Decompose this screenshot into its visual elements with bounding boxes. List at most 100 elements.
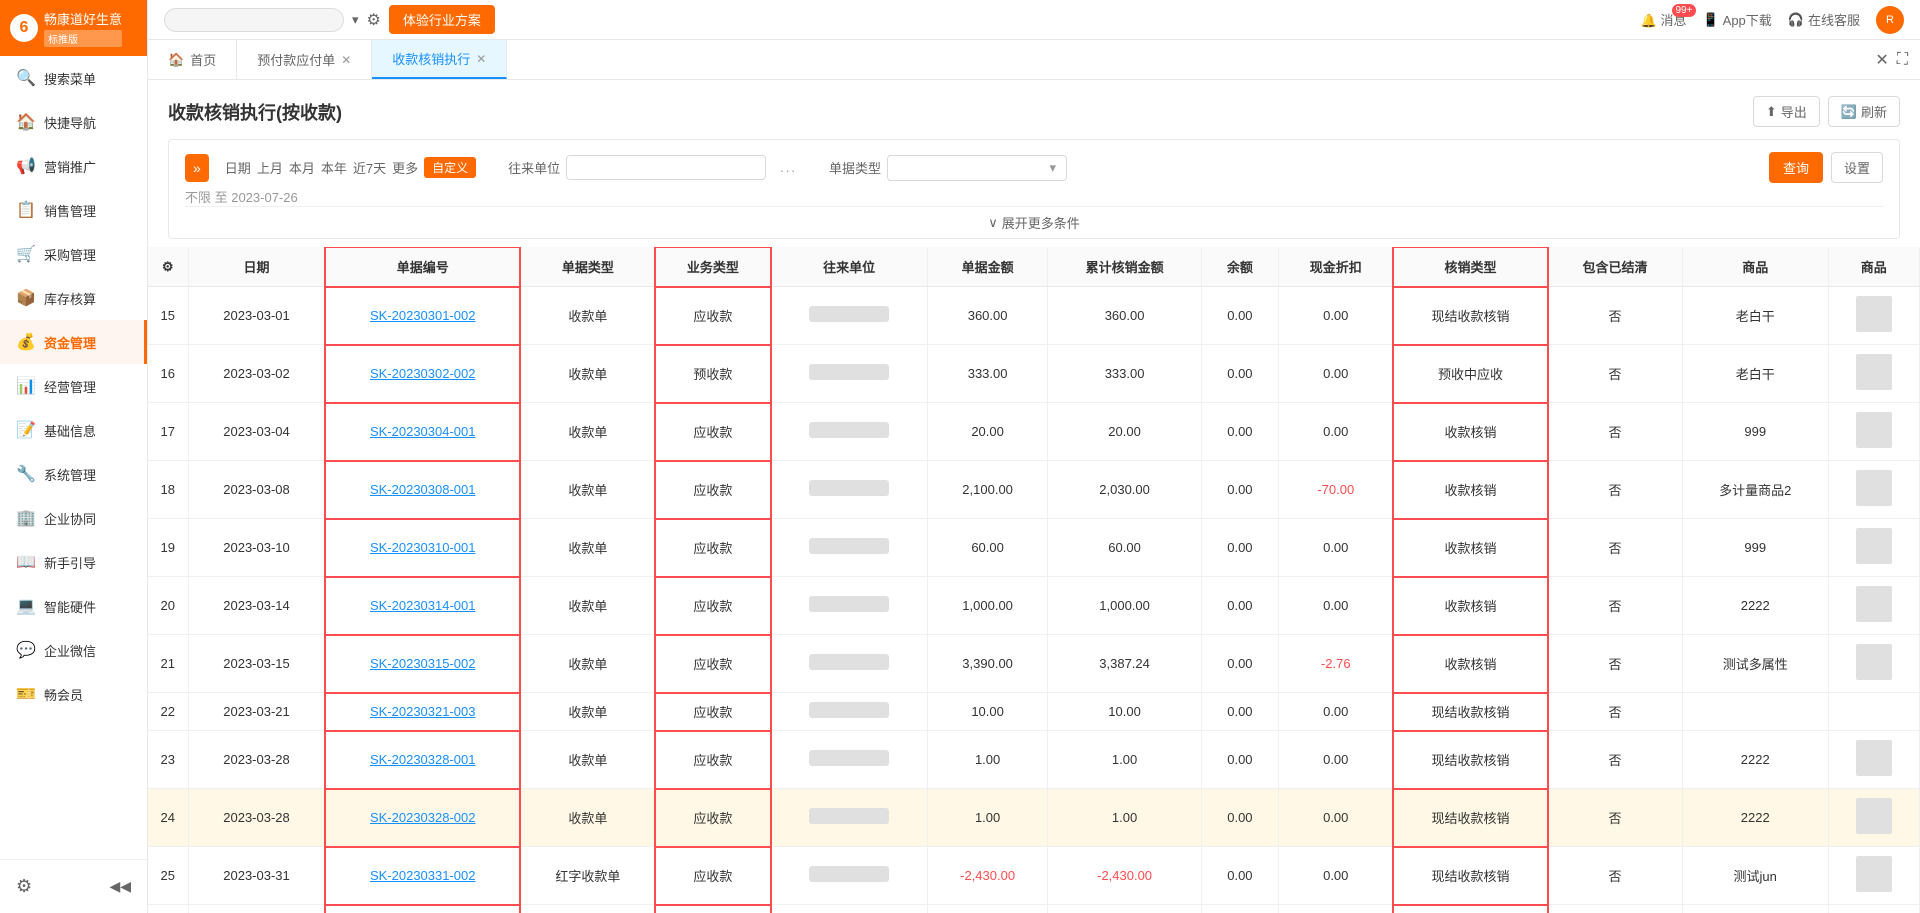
page-inner: 收款核销执行(按收款) ⬆ 导出 🔄 刷新: [148, 80, 1920, 913]
cell-partner: [771, 519, 928, 577]
filter-toggle-button[interactable]: »: [185, 154, 209, 182]
logo-text-container: 畅康道好生意 标推版: [44, 9, 122, 47]
cell-verified: 1,000.00: [1047, 577, 1201, 635]
sidebar-item-sales[interactable]: 📋 销售管理: [0, 188, 147, 232]
partner-input[interactable]: [566, 155, 766, 180]
app-download-button[interactable]: 📱 App下载: [1702, 10, 1771, 29]
building-icon: 🏢: [16, 508, 36, 528]
cell-goods1: 2222: [1682, 731, 1828, 789]
cell-doctype: 收款单: [520, 519, 655, 577]
cell-partner: [771, 847, 928, 905]
sidebar-item-inventory[interactable]: 📦 库存核算: [0, 276, 147, 320]
settings-bottom-icon[interactable]: ⚙: [16, 876, 32, 897]
doctype-select[interactable]: ▾: [887, 155, 1067, 181]
doc-link[interactable]: SK-20230331-002: [370, 868, 476, 883]
message-button[interactable]: 🔔 99+ 消息: [1641, 10, 1687, 29]
sidebar-item-search[interactable]: 🔍 搜索菜单: [0, 56, 147, 100]
table-row: 25 2023-03-31 SK-20230331-002 红字收款单 应收款 …: [148, 847, 1920, 905]
online-service-button[interactable]: 🎧 在线客服: [1788, 10, 1860, 29]
cell-verifytype: 预收款核销: [1393, 905, 1547, 913]
doc-link[interactable]: SK-20230315-002: [370, 656, 476, 671]
phone-icon: 📱: [1702, 12, 1718, 28]
sidebar-item-system[interactable]: 🔧 系统管理: [0, 452, 147, 496]
tab-verification[interactable]: 收款核销执行 ✕: [372, 40, 507, 79]
col-docno: 单据编号: [325, 247, 520, 287]
cell-biztype: 应收款: [655, 577, 770, 635]
table-row: 18 2023-03-08 SK-20230308-001 收款单 应收款 2,…: [148, 461, 1920, 519]
cell-docno: SK-20230301-002: [325, 287, 520, 345]
sidebar-item-business[interactable]: 📊 经营管理: [0, 364, 147, 408]
refresh-button[interactable]: 🔄 刷新: [1828, 96, 1900, 127]
sidebar-item-quick[interactable]: 🏠 快捷导航: [0, 100, 147, 144]
doc-link[interactable]: SK-20230314-001: [370, 598, 476, 613]
cell-included: 否: [1548, 287, 1683, 345]
doc-icon: 📝: [16, 420, 36, 440]
cell-verifytype: 收款核销: [1393, 577, 1547, 635]
doc-link[interactable]: SK-20230302-002: [370, 366, 476, 381]
tab-maximize-icon[interactable]: ⛶: [1897, 51, 1908, 69]
export-button[interactable]: ⬆ 导出: [1753, 96, 1820, 127]
doc-link[interactable]: SK-20230301-002: [370, 308, 476, 323]
dropdown-icon[interactable]: ▾: [352, 12, 359, 28]
date-7days[interactable]: 近7天: [353, 158, 386, 177]
sidebar-item-label: 畅会员: [44, 685, 83, 704]
cell-biztype: 应收款: [655, 847, 770, 905]
cell-docno: SK-20230331-002: [325, 847, 520, 905]
sidebar-item-marketing[interactable]: 📢 营销推广: [0, 144, 147, 188]
tab-verification-close-icon[interactable]: ✕: [476, 52, 486, 66]
collapse-icon[interactable]: ◀◀: [109, 878, 131, 895]
cell-doctype: 收款单: [520, 635, 655, 693]
search-input[interactable]: [164, 8, 344, 32]
tab-prepay-close-icon[interactable]: ✕: [341, 53, 351, 67]
search-icon: 🔍: [16, 68, 36, 88]
tab-close-all-icon[interactable]: ✕: [1875, 50, 1888, 70]
sidebar-item-basic[interactable]: 📝 基础信息: [0, 408, 147, 452]
query-button[interactable]: 查询: [1769, 152, 1823, 183]
topbar-gear-icon[interactable]: ⚙: [367, 10, 381, 30]
date-custom-button[interactable]: 自定义: [424, 157, 476, 178]
doc-link[interactable]: SK-20230321-003: [370, 704, 476, 719]
filter-settings-button[interactable]: 设置: [1831, 152, 1883, 183]
doc-link[interactable]: SK-20230304-001: [370, 424, 476, 439]
sidebar-item-guide[interactable]: 📖 新手引导: [0, 540, 147, 584]
expand-more-button[interactable]: ∨ 展开更多条件: [185, 206, 1883, 238]
date-more[interactable]: 更多: [392, 158, 418, 177]
col-settings[interactable]: ⚙: [148, 247, 188, 287]
clipboard-icon: 📋: [16, 200, 36, 220]
date-this-month[interactable]: 本月: [289, 158, 315, 177]
cell-date: 2023-03-01: [188, 287, 325, 345]
doc-link[interactable]: SK-20230308-001: [370, 482, 476, 497]
filter-section: » 日期 上月 本月 本年 近7天 更多 自定义: [148, 139, 1920, 239]
cell-amount: -2,430.00: [928, 847, 1048, 905]
doc-link[interactable]: SK-20230310-001: [370, 540, 476, 555]
cell-discount: 0.00: [1278, 789, 1393, 847]
sidebar-item-label: 企业微信: [44, 641, 96, 660]
sidebar-item-finance[interactable]: 💰 资金管理: [0, 320, 147, 364]
tab-prepay[interactable]: 预付款应付单 ✕: [237, 40, 372, 79]
col-discount: 现金折扣: [1278, 247, 1393, 287]
cell-goods2: [1828, 403, 1919, 461]
cell-goods1: [1682, 693, 1828, 731]
cell-docno: SK-20230308-001: [325, 461, 520, 519]
cell-doctype: 收款单: [520, 403, 655, 461]
tab-home-icon: 🏠: [168, 52, 184, 68]
solution-button[interactable]: 体验行业方案: [389, 5, 495, 34]
sidebar-item-hardware[interactable]: 💻 智能硬件: [0, 584, 147, 628]
sidebar-item-purchase[interactable]: 🛒 采购管理: [0, 232, 147, 276]
cell-no: 25: [148, 847, 188, 905]
doc-link[interactable]: SK-20230328-002: [370, 810, 476, 825]
sidebar-item-member[interactable]: 🎫 畅会员: [0, 672, 147, 716]
date-filter-label: 日期: [225, 158, 251, 177]
doc-link[interactable]: SK-20230328-001: [370, 752, 476, 767]
date-this-year[interactable]: 本年: [321, 158, 347, 177]
sidebar-item-corp[interactable]: 🏢 企业协同: [0, 496, 147, 540]
cell-verified: 10.00: [1047, 693, 1201, 731]
user-avatar[interactable]: R: [1876, 6, 1904, 34]
tab-bar: 🏠 首页 预付款应付单 ✕ 收款核销执行 ✕ ✕ ⛶: [148, 40, 1920, 80]
cell-verified: 3,387.24: [1047, 635, 1201, 693]
page-header: 收款核销执行(按收款) ⬆ 导出 🔄 刷新: [148, 80, 1920, 139]
date-last-month[interactable]: 上月: [257, 158, 283, 177]
tab-home[interactable]: 🏠 首页: [148, 40, 237, 79]
cell-date: 2023-03-04: [188, 403, 325, 461]
sidebar-item-wechat[interactable]: 💬 企业微信: [0, 628, 147, 672]
